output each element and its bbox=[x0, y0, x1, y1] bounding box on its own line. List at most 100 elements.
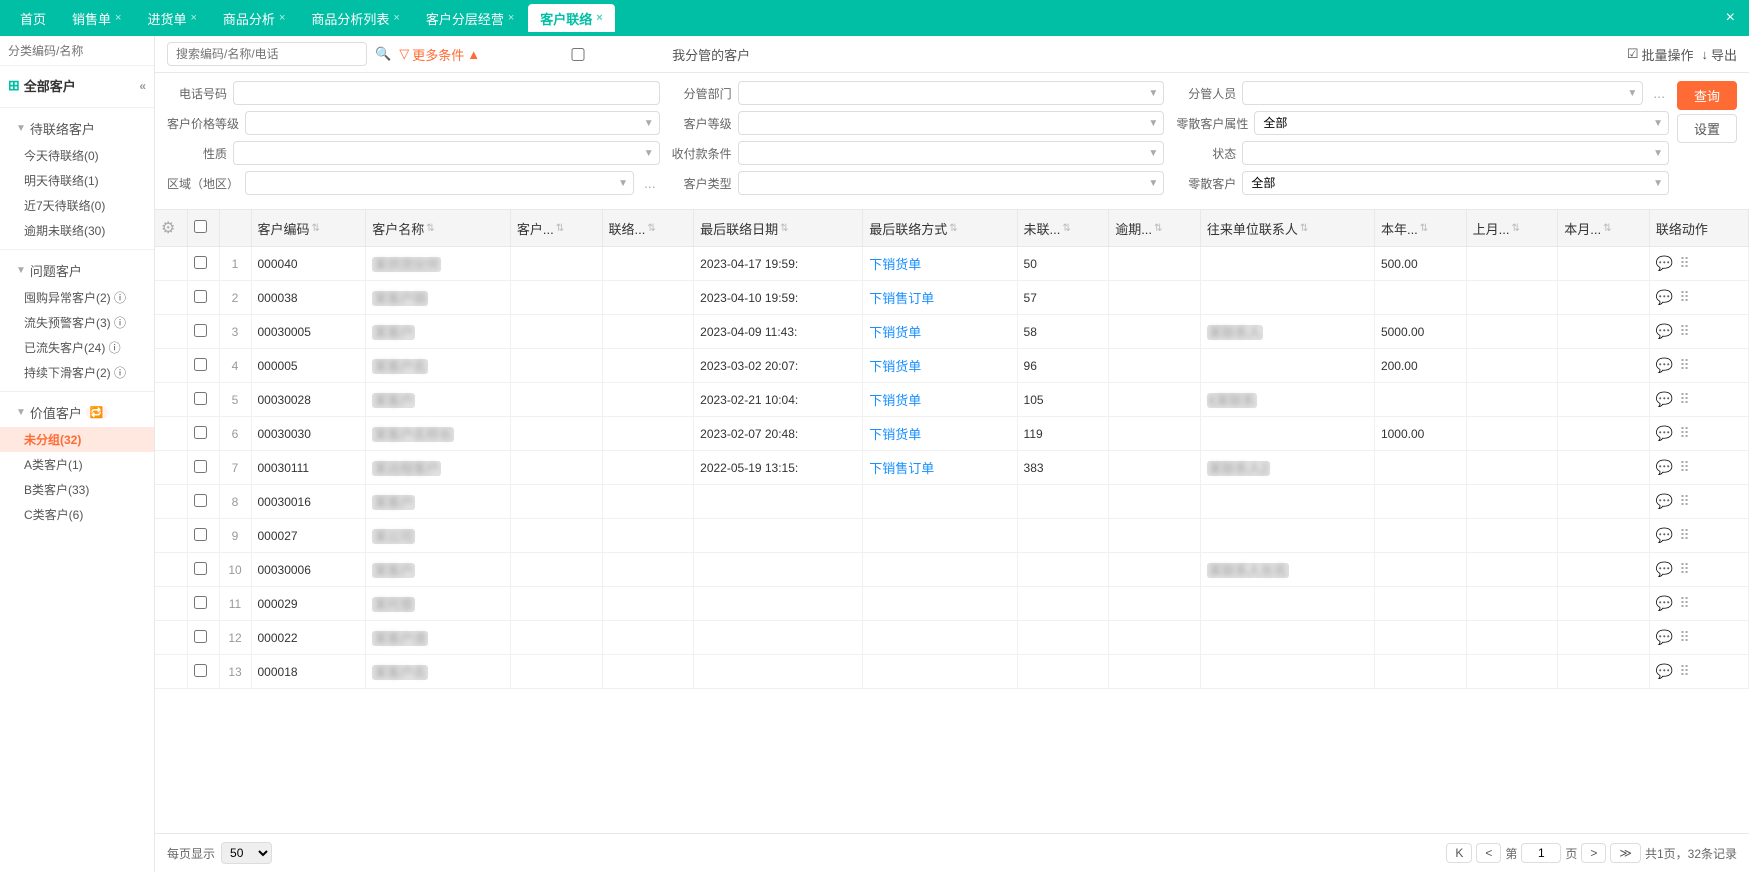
more-action-icon[interactable]: ⠿ bbox=[1679, 663, 1689, 680]
price-tier-select[interactable] bbox=[245, 111, 660, 135]
tab-sales-close[interactable]: × bbox=[115, 12, 121, 24]
tab-goods-analysis[interactable]: 商品分析 × bbox=[211, 4, 297, 32]
table-settings-icon[interactable]: ⚙ bbox=[161, 220, 175, 237]
contact-icon[interactable]: 💬 bbox=[1656, 561, 1673, 578]
region-ellipsis[interactable]: ... bbox=[640, 175, 660, 191]
more-action-icon[interactable]: ⠿ bbox=[1679, 493, 1689, 510]
row-checkbox[interactable] bbox=[194, 562, 207, 575]
prev-page-button[interactable]: < bbox=[1476, 843, 1501, 863]
sidebar-item-a-class[interactable]: A类客户(1) bbox=[0, 452, 154, 477]
contact-method-link[interactable]: 下销货单 bbox=[869, 257, 921, 272]
sidebar-item-overdue[interactable]: 逾期未联络(30) bbox=[0, 218, 154, 243]
tab-purchase-close[interactable]: × bbox=[190, 12, 196, 24]
contact-icon[interactable]: 💬 bbox=[1656, 357, 1673, 374]
contact-icon[interactable]: 💬 bbox=[1656, 425, 1673, 442]
contact-icon[interactable]: 💬 bbox=[1656, 255, 1673, 272]
sidebar-item-today[interactable]: 今天待联络(0) bbox=[0, 143, 154, 168]
th-unit-sort[interactable]: ⇅ bbox=[1300, 223, 1308, 234]
th-this-year-sort[interactable]: ⇅ bbox=[1420, 223, 1428, 234]
tab-customer-contact[interactable]: 客户联络 × bbox=[528, 4, 614, 32]
contact-method-link[interactable]: 下销货单 bbox=[869, 393, 921, 408]
more-action-icon[interactable]: ⠿ bbox=[1679, 289, 1689, 306]
contact-icon[interactable]: 💬 bbox=[1656, 459, 1673, 476]
contact-icon[interactable]: 💬 bbox=[1656, 629, 1673, 646]
more-action-icon[interactable]: ⠿ bbox=[1679, 561, 1689, 578]
filter-more-button[interactable]: ▽ 更多条件 ▲ bbox=[399, 45, 480, 64]
export-button[interactable]: ↓ 导出 bbox=[1701, 45, 1737, 64]
row-checkbox[interactable] bbox=[194, 290, 207, 303]
tab-goods-analysis-close[interactable]: × bbox=[279, 12, 285, 24]
contact-method-link[interactable]: 下销售订单 bbox=[869, 461, 934, 476]
region-select[interactable] bbox=[245, 171, 634, 195]
row-checkbox[interactable] bbox=[194, 460, 207, 473]
more-action-icon[interactable]: ⠿ bbox=[1679, 357, 1689, 374]
more-action-icon[interactable]: ⠿ bbox=[1679, 459, 1689, 476]
sidebar-item-tomorrow[interactable]: 明天待联络(1) bbox=[0, 168, 154, 193]
contact-icon[interactable]: 💬 bbox=[1656, 493, 1673, 510]
contact-icon[interactable]: 💬 bbox=[1656, 289, 1673, 306]
my-customers-checkbox[interactable]: 我分管的客户 bbox=[488, 45, 750, 64]
row-checkbox[interactable] bbox=[194, 664, 207, 677]
contact-method-link[interactable]: 下销货单 bbox=[869, 325, 921, 340]
tab-customer-tier-close[interactable]: × bbox=[508, 12, 514, 24]
row-checkbox[interactable] bbox=[194, 596, 207, 609]
th-contact-sort[interactable]: ⇅ bbox=[647, 223, 655, 234]
reset-button[interactable]: 设置 bbox=[1677, 114, 1737, 143]
tab-home[interactable]: 首页 bbox=[8, 4, 58, 32]
row-checkbox[interactable] bbox=[194, 256, 207, 269]
th-overdue-sort[interactable]: ⇅ bbox=[1154, 223, 1162, 234]
tab-sales[interactable]: 销售单 × bbox=[60, 4, 133, 32]
tab-customer-tier[interactable]: 客户分层经营 × bbox=[414, 4, 526, 32]
sidebar-search-input[interactable] bbox=[8, 44, 155, 58]
contact-method-link[interactable]: 下销货单 bbox=[869, 427, 921, 442]
page-size-select[interactable]: 50 100 200 bbox=[221, 842, 272, 864]
contact-icon[interactable]: 💬 bbox=[1656, 527, 1673, 544]
more-action-icon[interactable]: ⠿ bbox=[1679, 629, 1689, 646]
select-all-checkbox[interactable] bbox=[194, 220, 207, 233]
contact-icon[interactable]: 💬 bbox=[1656, 663, 1673, 680]
customer-type-select[interactable] bbox=[738, 171, 1165, 195]
more-action-icon[interactable]: ⠿ bbox=[1679, 527, 1689, 544]
th-type-sort[interactable]: ⇅ bbox=[556, 223, 564, 234]
contact-icon[interactable]: 💬 bbox=[1656, 595, 1673, 612]
contact-method-link[interactable]: 下销货单 bbox=[869, 359, 921, 374]
row-checkbox[interactable] bbox=[194, 426, 207, 439]
sidebar-item-b-class[interactable]: B类客户(33) bbox=[0, 477, 154, 502]
sidebar-value-header[interactable]: ▼ 价值客户 🔁 bbox=[0, 398, 154, 427]
more-action-icon[interactable]: ⠿ bbox=[1679, 391, 1689, 408]
filter-search-icon[interactable]: 🔍 bbox=[375, 46, 391, 62]
next-page-button[interactable]: > bbox=[1581, 843, 1606, 863]
batch-operation-button[interactable]: ☑ 批量操作 bbox=[1627, 45, 1694, 64]
more-action-icon[interactable]: ⠿ bbox=[1679, 255, 1689, 272]
sidebar-all-customers[interactable]: ⊞ 全部客户 « bbox=[0, 70, 154, 101]
row-checkbox[interactable] bbox=[194, 392, 207, 405]
row-checkbox[interactable] bbox=[194, 324, 207, 337]
sidebar-item-churn-warn[interactable]: 流失预警客户(3) ⓘ bbox=[0, 310, 154, 335]
person-ellipsis[interactable]: ... bbox=[1649, 85, 1669, 101]
more-action-icon[interactable]: ⠿ bbox=[1679, 595, 1689, 612]
contact-icon[interactable]: 💬 bbox=[1656, 323, 1673, 340]
sidebar-item-declining[interactable]: 持续下滑客户(2) ⓘ bbox=[0, 360, 154, 385]
search-input[interactable] bbox=[167, 42, 367, 66]
contact-icon[interactable]: 💬 bbox=[1656, 391, 1673, 408]
person-select[interactable] bbox=[1242, 81, 1643, 105]
sidebar-problem-header[interactable]: ▼ 问题客户 bbox=[0, 256, 154, 285]
th-last-date-sort[interactable]: ⇅ bbox=[780, 223, 788, 234]
row-checkbox[interactable] bbox=[194, 358, 207, 371]
contact-method-link[interactable]: 下销售订单 bbox=[869, 291, 934, 306]
customer-tier-select[interactable] bbox=[738, 111, 1165, 135]
first-page-button[interactable]: K bbox=[1446, 843, 1472, 863]
phone-input[interactable] bbox=[233, 81, 660, 105]
tab-goods-list[interactable]: 商品分析列表 × bbox=[299, 4, 411, 32]
query-button[interactable]: 查询 bbox=[1677, 81, 1737, 110]
scatter-attr-select[interactable]: 全部 bbox=[1254, 111, 1669, 135]
window-close-button[interactable]: × bbox=[1720, 9, 1741, 27]
tab-customer-contact-close[interactable]: × bbox=[596, 12, 602, 24]
more-action-icon[interactable]: ⠿ bbox=[1679, 323, 1689, 340]
th-code-sort[interactable]: ⇅ bbox=[312, 223, 320, 234]
payment-select[interactable] bbox=[738, 141, 1165, 165]
sidebar-item-week[interactable]: 近7天待联络(0) bbox=[0, 193, 154, 218]
th-name-sort[interactable]: ⇅ bbox=[426, 223, 434, 234]
th-this-month-sort[interactable]: ⇅ bbox=[1603, 223, 1611, 234]
row-checkbox[interactable] bbox=[194, 630, 207, 643]
